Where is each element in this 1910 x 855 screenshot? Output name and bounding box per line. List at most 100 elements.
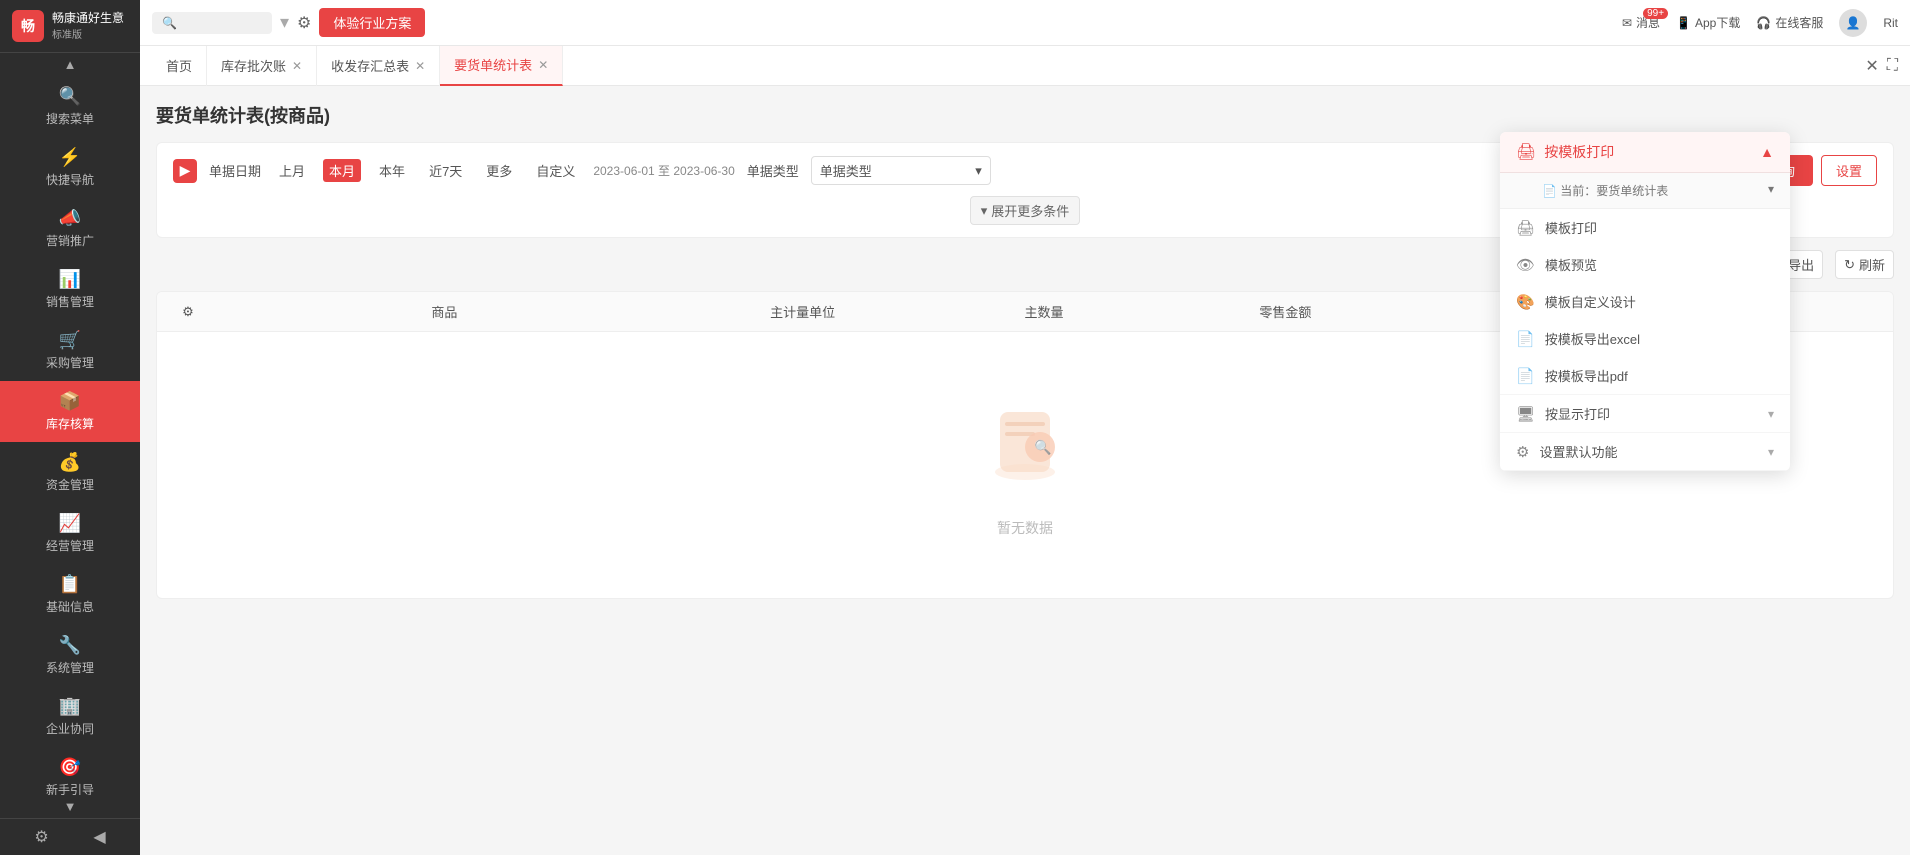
current-label-arrow: ▾	[1768, 182, 1774, 196]
date-btn-last-7-days[interactable]: 近7天	[423, 159, 468, 182]
sidebar-item-label: 搜索菜单	[46, 110, 94, 127]
sales-icon: 📊	[59, 269, 81, 290]
main-area: 🔍 ▾ ⚙ 体验行业方案 ✉ 消息 99+ 📱 App下载 🎧 在线客服 👤 R…	[140, 0, 1910, 855]
message-badge: 99+	[1643, 8, 1668, 19]
export-label: 导出	[1788, 255, 1814, 274]
template-design-label: 模板自定义设计	[1545, 292, 1636, 311]
date-btn-current-year[interactable]: 本年	[373, 159, 411, 182]
dropdown-close-icon[interactable]: ▲	[1760, 144, 1774, 160]
quick-nav-icon: ⚡	[59, 147, 81, 168]
sidebar-bottom: ⚙ ◀	[0, 818, 140, 855]
tab-inventory-batch-label: 库存批次账	[221, 56, 286, 75]
template-print-label: 模板打印	[1545, 218, 1597, 237]
sidebar-item-search[interactable]: 🔍 搜索菜单	[0, 76, 140, 137]
settings-icon[interactable]: ⚙	[34, 827, 48, 847]
sidebar-item-label: 经营管理	[46, 537, 94, 554]
sidebar-item-sales[interactable]: 📊 销售管理	[0, 259, 140, 320]
topbar-right: ✉ 消息 99+ 📱 App下载 🎧 在线客服 👤 Rit	[1622, 9, 1898, 37]
export-excel-icon: 📄	[1516, 330, 1535, 348]
sidebar-item-label: 资金管理	[46, 476, 94, 493]
online-service-label: 在线客服	[1775, 14, 1823, 31]
default-fn-icon: ⚙	[1516, 443, 1529, 461]
tab-inventory-batch-close[interactable]: ✕	[292, 59, 302, 73]
tab-home[interactable]: 首页	[152, 46, 207, 86]
sidebar-item-label: 企业协同	[46, 720, 94, 737]
sidebar-item-label: 库存核算	[46, 415, 94, 432]
tab-receipt-summary[interactable]: 收发存汇总表 ✕	[317, 46, 440, 86]
refresh-label: 刷新	[1859, 255, 1885, 274]
template-design-icon: 🎨	[1516, 293, 1535, 311]
date-range: 2023-06-01 至 2023-06-30	[593, 162, 734, 179]
sidebar-item-label: 基础信息	[46, 598, 94, 615]
sys-mgmt-icon: 🔧	[59, 635, 81, 656]
sidebar-item-inventory[interactable]: 📦 库存核算	[0, 381, 140, 442]
sidebar-item-operations[interactable]: 📈 经营管理	[0, 503, 140, 564]
date-btn-prev-month[interactable]: 上月	[273, 159, 311, 182]
app-edition: 标准版	[52, 26, 124, 41]
sidebar-item-finance[interactable]: 💰 资金管理	[0, 442, 140, 503]
date-btn-custom[interactable]: 自定义	[530, 159, 581, 182]
tab-receipt-summary-close[interactable]: ✕	[415, 59, 425, 73]
expand-more-btn[interactable]: ▾ 展开更多条件	[970, 196, 1081, 225]
collapse-icon[interactable]: ◀	[93, 827, 105, 847]
avatar[interactable]: 👤	[1839, 9, 1867, 37]
sidebar-item-marketing[interactable]: 📣 营销推广	[0, 198, 140, 259]
refresh-btn[interactable]: ↻ 刷新	[1835, 250, 1894, 279]
headset-icon: 🎧	[1756, 16, 1771, 30]
expand-icon-btn[interactable]: ▶	[173, 159, 197, 183]
gear-icon[interactable]: ⚙	[297, 13, 311, 33]
sidebar-item-guide[interactable]: 🎯 新手引导	[0, 747, 140, 795]
tab-order-stats-label: 要货单统计表	[454, 55, 532, 74]
tab-inventory-batch[interactable]: 库存批次账 ✕	[207, 46, 317, 86]
app-logo: 畅 畅康通好生意 标准版	[0, 0, 140, 53]
search-bar[interactable]: 🔍	[152, 12, 272, 34]
message-btn[interactable]: ✉ 消息 99+	[1622, 14, 1660, 31]
trial-button[interactable]: 体验行业方案	[319, 8, 425, 37]
dropdown-item-template-preview[interactable]: 👁 模板预览	[1500, 246, 1790, 283]
sidebar-item-base-info[interactable]: 📋 基础信息	[0, 564, 140, 625]
template-preview-icon: 👁	[1516, 256, 1535, 274]
sidebar-item-quick-nav[interactable]: ⚡ 快捷导航	[0, 137, 140, 198]
close-all-btn[interactable]: ✕	[1865, 56, 1878, 76]
dropdown-default-fn-section: ⚙ 设置默认功能 ▾	[1500, 433, 1790, 471]
search-icon: 🔍	[162, 16, 177, 30]
dropdown-item-default-fn[interactable]: ⚙ 设置默认功能 ▾	[1500, 433, 1790, 470]
sidebar-item-sys-mgmt[interactable]: 🔧 系统管理	[0, 625, 140, 686]
item-left: 👁 模板预览	[1516, 255, 1597, 274]
online-service-btn[interactable]: 🎧 在线客服	[1756, 14, 1823, 31]
date-btn-current-month[interactable]: 本月	[323, 159, 361, 182]
operations-icon: 📈	[59, 513, 81, 534]
display-print-icon: 🖥	[1516, 405, 1535, 423]
tabbar-actions: ✕ ⛶	[1865, 56, 1898, 76]
sidebar-item-purchase[interactable]: 🛒 采购管理	[0, 320, 140, 381]
type-select[interactable]: 单据类型 ▾	[811, 156, 991, 185]
dropdown-item-export-pdf[interactable]: 📄 按模板导出pdf	[1500, 357, 1790, 394]
settings-button[interactable]: 设置	[1821, 155, 1877, 186]
col-product: 商品	[211, 302, 678, 321]
tab-order-stats-close[interactable]: ✕	[538, 58, 548, 72]
tab-order-stats[interactable]: 要货单统计表 ✕	[440, 46, 563, 86]
expand-more-label: 展开更多条件	[991, 201, 1069, 220]
dropdown-item-template-design[interactable]: 🎨 模板自定义设计	[1500, 283, 1790, 320]
dropdown-arrow-icon[interactable]: ▾	[280, 12, 289, 33]
sidebar-item-enterprise[interactable]: 🏢 企业协同	[0, 686, 140, 747]
dropdown-item-template-print[interactable]: 🖨 模板打印	[1500, 209, 1790, 246]
dropdown-display-print-section: 🖥 按显示打印 ▾	[1500, 395, 1790, 433]
page-title: 要货单统计表(按商品)	[156, 102, 1894, 128]
default-fn-arrow: ▾	[1768, 445, 1774, 459]
dropdown-item-export-excel[interactable]: 📄 按模板导出excel	[1500, 320, 1790, 357]
maximize-btn[interactable]: ⛶	[1887, 57, 1898, 75]
scroll-down-btn[interactable]: ▼	[0, 795, 140, 818]
col-settings[interactable]: ⚙	[173, 304, 203, 320]
display-print-arrow: ▾	[1768, 407, 1774, 421]
dropdown-current-label: 📄 当前：要货单统计表 ▾	[1500, 173, 1790, 209]
base-info-icon: 📋	[59, 574, 81, 595]
dropdown-item-display-print[interactable]: 🖥 按显示打印 ▾	[1500, 395, 1790, 432]
app-download-btn[interactable]: 📱 App下载	[1676, 14, 1740, 31]
scroll-up-btn[interactable]: ▲	[0, 53, 140, 76]
print-dropdown-menu: 🖨 按模板打印 ▲ 📄 当前：要货单统计表 ▾ 🖨 模板打印	[1500, 132, 1790, 471]
date-btn-more[interactable]: 更多	[480, 159, 518, 182]
sidebar-nav: 🔍 搜索菜单 ⚡ 快捷导航 📣 营销推广 📊 销售管理 🛒 采购管理 📦 库存核…	[0, 76, 140, 795]
col-qty: 主数量	[927, 302, 1160, 321]
message-icon: ✉	[1622, 16, 1632, 30]
